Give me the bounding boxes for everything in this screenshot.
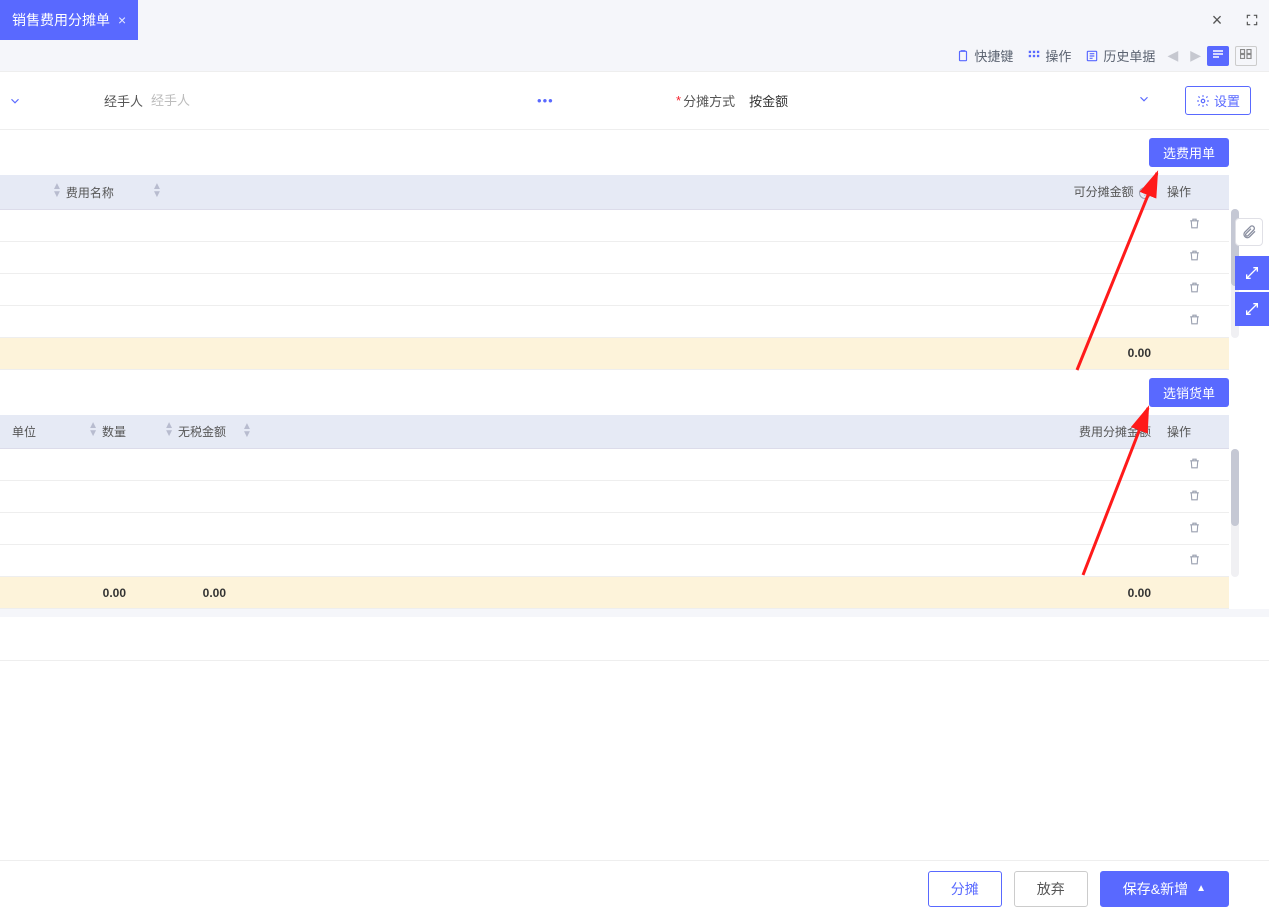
expand-in-button[interactable]: [1235, 292, 1269, 326]
info-icon[interactable]: ?: [1139, 187, 1151, 199]
sort-icon: ▲▼: [164, 422, 174, 438]
delete-row-icon[interactable]: [1188, 313, 1201, 326]
section2-actions: 选销货单: [0, 370, 1269, 415]
save-new-button[interactable]: 保存&新增 ▲: [1100, 871, 1229, 907]
tab-title: 销售费用分摊单: [12, 10, 110, 30]
total-alloc: 0.00: [1029, 577, 1159, 609]
handler-field: 经手人 •••: [104, 91, 624, 110]
method-value[interactable]: 按金额: [749, 91, 788, 110]
required-mark: *: [676, 93, 681, 108]
col-ops2: 操作: [1159, 415, 1229, 449]
table-row[interactable]: [0, 209, 1229, 241]
col-unit[interactable]: 单位: [0, 415, 44, 449]
blank-block: [0, 617, 1269, 661]
handler-input[interactable]: [151, 93, 531, 109]
nav-prev-icon[interactable]: ◀: [1167, 47, 1178, 64]
sort-icon: ▲▼: [152, 183, 162, 199]
table-row[interactable]: [0, 241, 1229, 273]
delete-row-icon[interactable]: [1188, 249, 1201, 262]
table-row[interactable]: [0, 449, 1229, 481]
view-list-button[interactable]: [1207, 46, 1229, 66]
method-dropdown-icon[interactable]: [1137, 92, 1151, 109]
total-row: 0.00 0.00 0.00: [0, 577, 1229, 609]
expense-grid: ▲▼费用名称 ▲▼ 可分摊金额 ? 操作 0.00: [0, 175, 1229, 370]
expand-out-button[interactable]: [1235, 256, 1269, 290]
delete-row-icon[interactable]: [1188, 217, 1201, 230]
table-row[interactable]: [0, 545, 1229, 577]
delete-row-icon[interactable]: [1188, 521, 1201, 534]
sales-grid: 单位 ▲▼数量 ▲▼无税金额 ▲▼ 费用分摊金额 操作 0.00 0.00: [0, 415, 1229, 610]
tab-active[interactable]: 销售费用分摊单 ×: [0, 0, 138, 40]
clipboard-icon: [956, 49, 970, 63]
history-label: 历史单据: [1103, 46, 1155, 65]
delete-row-icon[interactable]: [1188, 281, 1201, 294]
col-blank2[interactable]: ▲▼: [234, 415, 1029, 449]
page-toolbar: 快捷键 操作 历史单据 ◀ ▶: [0, 40, 1269, 72]
attachment-button[interactable]: [1235, 218, 1263, 246]
shortcut-label: 快捷键: [974, 46, 1013, 65]
sort-icon: ▲▼: [88, 422, 98, 438]
grid-scrollbar[interactable]: [1231, 449, 1239, 578]
table-row[interactable]: [0, 273, 1229, 305]
tab-bar: 销售费用分摊单 × ×: [0, 0, 1269, 40]
table-row[interactable]: [0, 513, 1229, 545]
nav-next-icon[interactable]: ▶: [1190, 47, 1201, 64]
total-allocatable: 0.00: [1029, 337, 1159, 369]
grid-icon: [1027, 49, 1041, 63]
history-button[interactable]: 历史单据: [1085, 46, 1155, 65]
col-allocatable[interactable]: 可分摊金额 ?: [1029, 175, 1159, 209]
method-label: 分摊方式: [683, 91, 735, 110]
table-row[interactable]: [0, 481, 1229, 513]
spacer: [0, 609, 1269, 617]
form-row: 经手人 ••• * 分摊方式 按金额 设置: [0, 72, 1269, 130]
sort-icon: ▲▼: [242, 423, 252, 439]
sort-icon: ▲▼: [52, 183, 62, 199]
save-new-label: 保存&新增: [1123, 879, 1188, 899]
card-view-icon: [1240, 49, 1252, 62]
col-handle: [0, 175, 44, 209]
footer-bar: 分摊 放弃 保存&新增 ▲: [0, 860, 1269, 916]
total-qty: 0.00: [44, 577, 134, 609]
total-row: 0.00: [0, 337, 1229, 369]
select-sales-button[interactable]: 选销货单: [1149, 378, 1229, 407]
handler-more-icon[interactable]: •••: [537, 93, 554, 108]
gear-icon: [1196, 94, 1210, 108]
form-collapse-icon[interactable]: [0, 94, 30, 108]
col-alloc[interactable]: 费用分摊金额: [1029, 415, 1159, 449]
delete-row-icon[interactable]: [1188, 457, 1201, 470]
delete-row-icon[interactable]: [1188, 489, 1201, 502]
handler-label: 经手人: [104, 91, 143, 110]
col-notax[interactable]: ▲▼无税金额: [134, 415, 234, 449]
section1-actions: 选费用单: [0, 130, 1269, 175]
history-icon: [1085, 49, 1099, 63]
total-notax: 0.00: [134, 577, 234, 609]
tab-close-icon[interactable]: ×: [118, 12, 126, 28]
view-card-button[interactable]: [1235, 46, 1257, 66]
col-blank[interactable]: ▲▼: [144, 175, 1029, 209]
settings-label: 设置: [1214, 91, 1240, 110]
shortcut-button[interactable]: 快捷键: [956, 46, 1013, 65]
list-view-icon: [1212, 49, 1224, 62]
col-qty[interactable]: ▲▼数量: [44, 415, 134, 449]
expense-grid-wrap: ▲▼费用名称 ▲▼ 可分摊金额 ? 操作 0.00: [0, 175, 1269, 370]
sales-grid-wrap: 单位 ▲▼数量 ▲▼无税金额 ▲▼ 费用分摊金额 操作 0.00 0.00: [0, 415, 1269, 610]
discard-button[interactable]: 放弃: [1014, 871, 1088, 907]
operate-label: 操作: [1045, 46, 1071, 65]
col-feename[interactable]: ▲▼费用名称: [44, 175, 144, 209]
fullscreen-toggle-button[interactable]: [1235, 0, 1269, 40]
select-expense-button[interactable]: 选费用单: [1149, 138, 1229, 167]
method-field: * 分摊方式 按金额: [676, 91, 1155, 110]
settings-button[interactable]: 设置: [1185, 86, 1251, 115]
allocate-button[interactable]: 分摊: [928, 871, 1002, 907]
col-ops: 操作: [1159, 175, 1229, 209]
table-row[interactable]: [0, 305, 1229, 337]
operate-button[interactable]: 操作: [1027, 46, 1071, 65]
delete-row-icon[interactable]: [1188, 553, 1201, 566]
caret-up-icon: ▲: [1196, 883, 1206, 894]
window-close-button[interactable]: ×: [1199, 0, 1235, 40]
